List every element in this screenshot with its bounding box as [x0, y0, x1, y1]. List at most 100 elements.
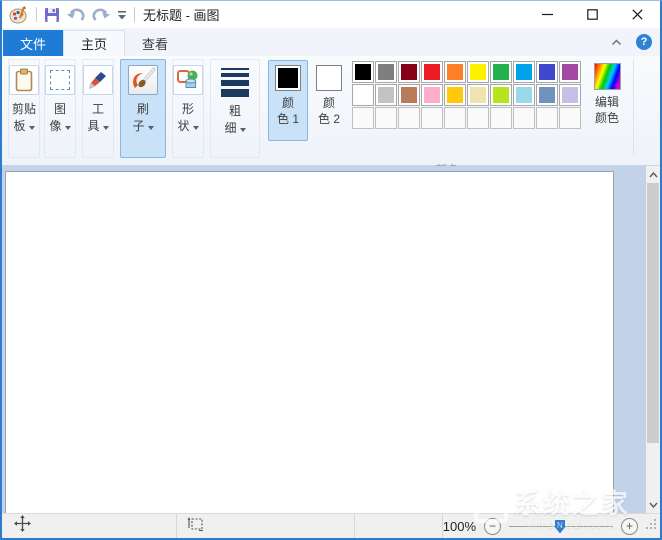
size-button[interactable]: 粗 细 [210, 59, 260, 158]
palette-swatch-empty[interactable] [490, 107, 512, 129]
redo-icon[interactable] [92, 7, 110, 22]
status-bar: 100% − + [2, 513, 660, 538]
paint-app-icon[interactable] [9, 5, 29, 24]
minimize-button[interactable] [525, 1, 570, 28]
scroll-down-icon[interactable] [646, 496, 660, 513]
tools-label: 工 具 [87, 101, 109, 135]
palette-swatch[interactable] [513, 61, 535, 83]
qat-separator [36, 7, 37, 22]
color2-swatch [316, 65, 342, 91]
color2-label: 颜 色 2 [317, 96, 340, 126]
undo-icon[interactable] [67, 7, 85, 22]
size-label: 粗 细 [224, 103, 246, 137]
work-area [2, 166, 660, 513]
color1-label: 颜 色 1 [276, 96, 299, 126]
shapes-button[interactable]: 形 状 [172, 59, 204, 158]
zoom-out-icon[interactable]: − [484, 517, 501, 535]
maximize-button[interactable] [570, 1, 615, 28]
palette-swatch-empty[interactable] [444, 107, 466, 129]
dropdown-arrow-icon [239, 127, 246, 132]
palette-swatch[interactable] [375, 61, 397, 83]
palette-swatch[interactable] [559, 61, 581, 83]
color-palette-grid [352, 61, 581, 129]
palette-swatch-empty[interactable] [398, 107, 420, 129]
palette-swatch-empty[interactable] [467, 107, 489, 129]
brushes-button[interactable]: 刷 子 [120, 59, 166, 158]
image-size-section [354, 514, 441, 538]
palette-swatch[interactable] [513, 84, 535, 106]
dropdown-arrow-icon [147, 125, 154, 130]
palette-swatch[interactable] [559, 84, 581, 106]
shapes-label: 形 状 [177, 101, 199, 135]
quick-access-toolbar [2, 5, 135, 24]
color2-button[interactable]: 颜 色 2 [312, 60, 346, 141]
palette-swatch-empty[interactable] [559, 107, 581, 129]
palette-swatch[interactable] [490, 84, 512, 106]
clipboard-button[interactable]: 剪贴 板 [8, 59, 40, 158]
palette-swatch[interactable] [421, 84, 443, 106]
zoom-slider[interactable] [509, 518, 613, 535]
palette-swatch-empty[interactable] [352, 107, 374, 129]
brush-icon [128, 65, 158, 95]
palette-swatch[interactable] [536, 84, 558, 106]
title-bar: 无标题 - 画图 [2, 1, 660, 28]
tab-file[interactable]: 文件 [3, 30, 64, 56]
scrollbar-thumb[interactable] [647, 183, 659, 443]
palette-swatch-empty[interactable] [421, 107, 443, 129]
palette-swatch[interactable] [467, 61, 489, 83]
zoom-in-icon[interactable]: + [621, 517, 638, 535]
image-button[interactable]: 图 像 [44, 59, 76, 158]
palette-swatch[interactable] [444, 84, 466, 106]
edit-colors-button[interactable]: 编辑 颜色 [587, 60, 627, 126]
palette-swatch[interactable] [421, 61, 443, 83]
pencil-tool-icon [83, 65, 113, 95]
tab-home[interactable]: 主页 [63, 30, 126, 56]
color1-swatch [275, 65, 301, 91]
tab-view[interactable]: 查看 [125, 30, 185, 56]
help-icon[interactable]: ? [636, 34, 652, 50]
vertical-scrollbar[interactable] [646, 166, 660, 513]
brushes-label: 刷 子 [132, 101, 154, 135]
palette-swatch[interactable] [536, 61, 558, 83]
group-separator [633, 59, 634, 155]
drawing-canvas[interactable] [5, 171, 614, 513]
dropdown-arrow-icon [102, 125, 109, 130]
palette-swatch-empty[interactable] [536, 107, 558, 129]
select-icon [45, 65, 75, 95]
ribbon-home: 剪贴 板 图 像 工 具 刷 子 形 状 粗 细 颜 色 1 颜 色 2 编辑 … [2, 56, 660, 177]
palette-swatch[interactable] [490, 61, 512, 83]
qat-customize-dropdown-icon[interactable] [117, 10, 127, 20]
window-controls [525, 1, 660, 28]
tab-row-right: ? [611, 33, 652, 51]
colors-group: 颜 色 1 颜 色 2 编辑 颜色 [268, 59, 627, 177]
image-label: 图 像 [49, 101, 71, 135]
save-icon[interactable] [44, 7, 60, 23]
palette-swatch[interactable] [398, 84, 420, 106]
palette-swatch[interactable] [398, 61, 420, 83]
ribbon-tab-row: 文件 主页 查看 ? [2, 28, 660, 56]
tools-button[interactable]: 工 具 [82, 59, 114, 158]
zoom-slider-handle[interactable] [555, 519, 565, 534]
close-button[interactable] [615, 1, 660, 28]
dropdown-arrow-icon [64, 125, 71, 130]
paint-window: 无标题 - 画图 文件 主页 查看 ? 剪贴 板 图 像 工 具 刷 子 形 状… [0, 0, 662, 540]
line-size-icon [221, 68, 249, 97]
scroll-up-icon[interactable] [646, 166, 660, 183]
palette-swatch-empty[interactable] [513, 107, 535, 129]
palette-swatch-empty[interactable] [375, 107, 397, 129]
clipboard-icon [9, 65, 39, 95]
edit-colors-icon [593, 63, 621, 90]
qat-separator [134, 7, 135, 22]
palette-swatch[interactable] [444, 61, 466, 83]
palette-swatch[interactable] [352, 84, 374, 106]
selection-size-section [175, 514, 355, 538]
color1-button[interactable]: 颜 色 1 [268, 60, 308, 141]
collapse-ribbon-icon[interactable] [611, 33, 622, 51]
shapes-icon [173, 65, 203, 95]
palette-swatch[interactable] [467, 84, 489, 106]
resize-grip[interactable] [645, 517, 657, 535]
selection-size-icon [187, 516, 205, 537]
clipboard-label: 剪贴 板 [11, 102, 36, 133]
palette-swatch[interactable] [352, 61, 374, 83]
palette-swatch[interactable] [375, 84, 397, 106]
